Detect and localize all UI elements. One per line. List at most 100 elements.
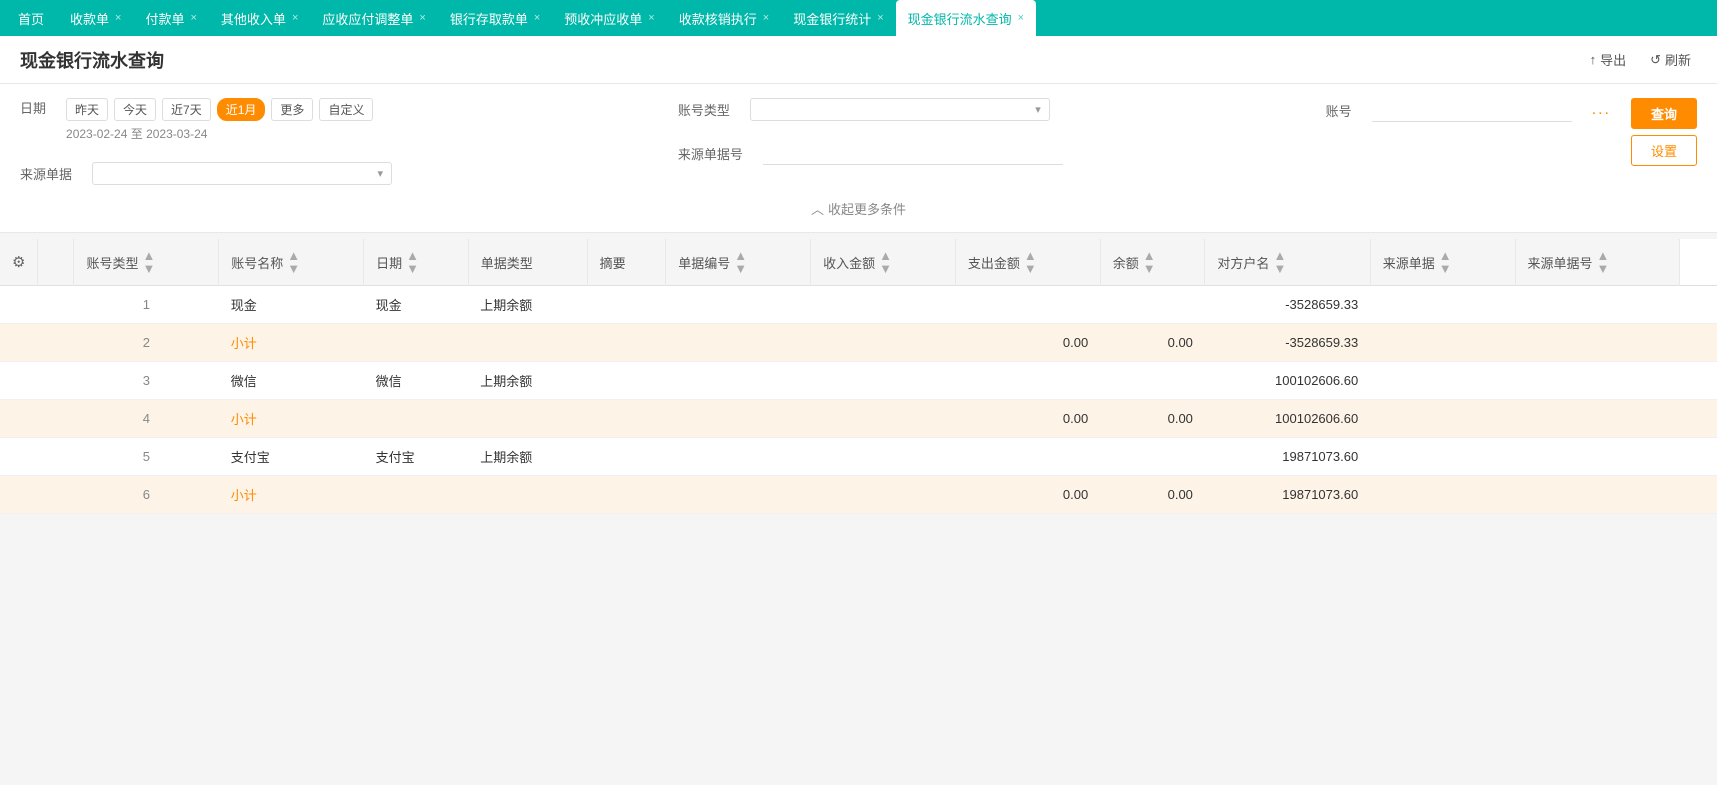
col-source-doc[interactable]: 来源单据 ▲▼ bbox=[1370, 239, 1515, 286]
table-cell bbox=[811, 400, 956, 438]
account-type-select[interactable]: ▾ bbox=[750, 98, 1050, 121]
table-cell bbox=[587, 324, 666, 362]
col-doc-no[interactable]: 单据编号 ▲▼ bbox=[666, 239, 811, 286]
row-settings-cell bbox=[0, 286, 38, 324]
table-header-row: ⚙ 账号类型 ▲▼ 账号名称 ▲▼ 日期 bbox=[0, 239, 1717, 286]
top-nav: 首页 收款单 × 付款单 × 其他收入单 × 应收应付调整单 × 银行存取款单 … bbox=[0, 0, 1717, 36]
date-btn-custom[interactable]: 自定义 bbox=[319, 98, 373, 121]
table-cell bbox=[666, 324, 811, 362]
tab-payments[interactable]: 付款单 × bbox=[133, 0, 208, 36]
col-expense[interactable]: 支出金额 ▲▼ bbox=[955, 239, 1100, 286]
date-btn-more[interactable]: 更多 bbox=[271, 98, 313, 121]
close-tab-receipts[interactable]: × bbox=[115, 12, 121, 24]
close-tab-prepay-offset[interactable]: × bbox=[648, 12, 654, 24]
col-date[interactable]: 日期 ▲▼ bbox=[364, 239, 469, 286]
table-cell bbox=[1515, 400, 1680, 438]
table-cell bbox=[811, 362, 956, 400]
table-settings-icon[interactable]: ⚙ bbox=[12, 254, 25, 271]
table-cell bbox=[38, 438, 74, 476]
collapse-filters-button[interactable]: ︿ 收起更多条件 bbox=[20, 195, 1697, 222]
table-cell bbox=[666, 362, 811, 400]
table-cell bbox=[1680, 362, 1717, 400]
table-cell bbox=[587, 438, 666, 476]
col-summary: 摘要 bbox=[587, 239, 666, 286]
row-settings-cell bbox=[0, 400, 38, 438]
table-cell: 100102606.60 bbox=[1205, 400, 1370, 438]
col-account-name[interactable]: 账号名称 ▲▼ bbox=[219, 239, 364, 286]
nav-home[interactable]: 首页 bbox=[4, 0, 58, 36]
table-cell: 支付宝 bbox=[364, 438, 469, 476]
table-cell bbox=[587, 400, 666, 438]
table-cell: 1 bbox=[74, 286, 219, 324]
date-btn-1month[interactable]: 近1月 bbox=[217, 98, 266, 121]
tab-cash-bank-flow[interactable]: 现金银行流水查询 × bbox=[896, 0, 1036, 36]
date-btn-7days[interactable]: 近7天 bbox=[162, 98, 211, 121]
table-cell bbox=[1370, 438, 1515, 476]
source-doc-no-label: 来源单据号 bbox=[678, 144, 743, 163]
table-cell bbox=[666, 286, 811, 324]
table-cell bbox=[1100, 286, 1205, 324]
close-tab-payments[interactable]: × bbox=[190, 12, 196, 24]
tab-ap-adjust[interactable]: 应收应付调整单 × bbox=[310, 0, 437, 36]
table-cell bbox=[811, 324, 956, 362]
table-cell bbox=[1680, 400, 1717, 438]
table-cell bbox=[1680, 324, 1717, 362]
col-source-doc-no[interactable]: 来源单据号 ▲▼ bbox=[1515, 239, 1680, 286]
date-options: 昨天 今天 近7天 近1月 更多 自定义 bbox=[66, 98, 373, 121]
tab-prepay-offset[interactable]: 预收冲应收单 × bbox=[552, 0, 666, 36]
close-tab-cash-bank-flow[interactable]: × bbox=[1018, 12, 1024, 24]
table-cell: 上期余额 bbox=[468, 286, 587, 324]
account-type-label: 账号类型 bbox=[678, 100, 730, 119]
table-cell bbox=[666, 400, 811, 438]
table-cell bbox=[38, 400, 74, 438]
source-doc-select[interactable]: ▾ bbox=[92, 162, 392, 185]
table-cell bbox=[1680, 438, 1717, 476]
table-cell bbox=[1515, 362, 1680, 400]
table-cell bbox=[955, 286, 1100, 324]
table-cell: 0.00 bbox=[1100, 400, 1205, 438]
col-settings[interactable]: ⚙ bbox=[0, 239, 38, 286]
tab-receipts[interactable]: 收款单 × bbox=[58, 0, 133, 36]
query-button[interactable]: 查询 bbox=[1631, 98, 1697, 129]
table-cell bbox=[955, 438, 1100, 476]
tab-bank-deposit[interactable]: 银行存取款单 × bbox=[438, 0, 552, 36]
tab-verify-exec[interactable]: 收款核销执行 × bbox=[667, 0, 781, 36]
table-cell: 19871073.60 bbox=[1205, 476, 1370, 514]
table-cell: 微信 bbox=[219, 362, 364, 400]
table-row: 4小计0.000.00100102606.60 bbox=[0, 400, 1717, 438]
table-cell bbox=[364, 324, 469, 362]
table-cell: 0.00 bbox=[955, 476, 1100, 514]
table-cell bbox=[811, 438, 956, 476]
table-cell bbox=[1370, 286, 1515, 324]
table-cell: 19871073.60 bbox=[1205, 438, 1370, 476]
export-icon: ↑ bbox=[1590, 52, 1597, 67]
col-counterpart[interactable]: 对方户名 ▲▼ bbox=[1205, 239, 1370, 286]
col-income[interactable]: 收入金额 ▲▼ bbox=[811, 239, 956, 286]
table-cell bbox=[666, 476, 811, 514]
date-btn-today[interactable]: 今天 bbox=[114, 98, 156, 121]
tab-cash-bank-stat[interactable]: 现金银行统计 × bbox=[781, 0, 895, 36]
refresh-button[interactable]: ↺ 刷新 bbox=[1644, 46, 1697, 73]
table-cell: 小计 bbox=[219, 476, 364, 514]
account-dots-button[interactable]: ... bbox=[1592, 101, 1611, 119]
export-button[interactable]: ↑ 导出 bbox=[1584, 46, 1633, 73]
close-tab-other-income[interactable]: × bbox=[292, 12, 298, 24]
close-tab-verify-exec[interactable]: × bbox=[763, 12, 769, 24]
filter-area: 日期 昨天 今天 近7天 近1月 更多 自定义 2023-02-24 至 202… bbox=[0, 84, 1717, 233]
table-cell bbox=[1680, 286, 1717, 324]
data-table-container: ⚙ 账号类型 ▲▼ 账号名称 ▲▼ 日期 bbox=[0, 239, 1717, 514]
tab-other-income[interactable]: 其他收入单 × bbox=[209, 0, 310, 36]
col-account-type[interactable]: 账号类型 ▲▼ bbox=[74, 239, 219, 286]
close-tab-ap-adjust[interactable]: × bbox=[419, 12, 425, 24]
table-row: 5支付宝支付宝上期余额19871073.60 bbox=[0, 438, 1717, 476]
table-cell bbox=[364, 400, 469, 438]
table-cell: 2 bbox=[74, 324, 219, 362]
close-tab-cash-bank-stat[interactable]: × bbox=[877, 12, 883, 24]
close-tab-bank-deposit[interactable]: × bbox=[534, 12, 540, 24]
settings-button[interactable]: 设置 bbox=[1631, 135, 1697, 166]
col-balance[interactable]: 余额 ▲▼ bbox=[1100, 239, 1205, 286]
date-btn-yesterday[interactable]: 昨天 bbox=[66, 98, 108, 121]
account-input[interactable] bbox=[1372, 98, 1572, 122]
source-doc-chevron-icon: ▾ bbox=[377, 167, 383, 180]
source-doc-no-input[interactable] bbox=[763, 141, 1063, 165]
